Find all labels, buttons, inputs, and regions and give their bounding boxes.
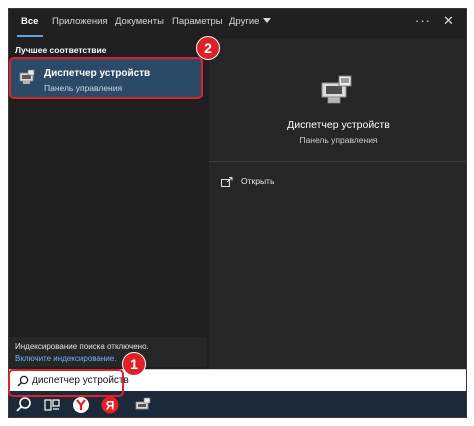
filter-tabs: Все Приложения Документы Параметры Други… (9, 9, 466, 39)
indexing-message: Индексирование поиска отключено. (15, 342, 149, 351)
yandex-icon[interactable]: Я (100, 395, 120, 415)
task-view-icon[interactable] (42, 395, 62, 415)
best-match-heading: Лучшее соответствие (15, 45, 107, 55)
open-icon (221, 175, 233, 193)
preview-divider (209, 161, 466, 162)
annotation-badge-1: 1 (122, 352, 146, 376)
svg-text:Я: Я (106, 399, 115, 413)
more-icon[interactable]: ··· (415, 13, 431, 28)
preview-subtitle: Панель управления (299, 135, 378, 145)
annotation-highlight-search (8, 369, 124, 397)
indexing-notice: Индексирование поиска отключено. Включит… (9, 337, 207, 367)
enable-indexing-link[interactable]: Включите индексирование. (15, 354, 116, 363)
tab-documents[interactable]: Документы (115, 16, 164, 27)
taskbar-search-icon[interactable] (14, 395, 34, 415)
annotation-badge-2: 2 (196, 36, 220, 60)
preview-pane: Диспетчер устройств Панель управления От… (209, 39, 466, 369)
close-icon[interactable]: ✕ (443, 13, 454, 29)
yandex-browser-icon[interactable] (71, 395, 91, 415)
tab-more[interactable]: Другие (229, 16, 272, 27)
open-action[interactable]: Открыть (221, 173, 341, 189)
active-tab-indicator (17, 35, 43, 37)
tab-more-label: Другие (229, 16, 260, 27)
open-action-label: Открыть (241, 176, 275, 186)
device-manager-large-icon (317, 73, 357, 114)
tab-settings[interactable]: Параметры (172, 16, 223, 27)
annotation-highlight-best-match (9, 57, 203, 99)
preview-title: Диспетчер устройств (287, 119, 390, 131)
tab-all[interactable]: Все (21, 16, 38, 27)
chevron-down-icon (263, 18, 272, 23)
tab-apps[interactable]: Приложения (52, 16, 108, 27)
device-manager-taskbar-icon[interactable] (133, 395, 153, 415)
